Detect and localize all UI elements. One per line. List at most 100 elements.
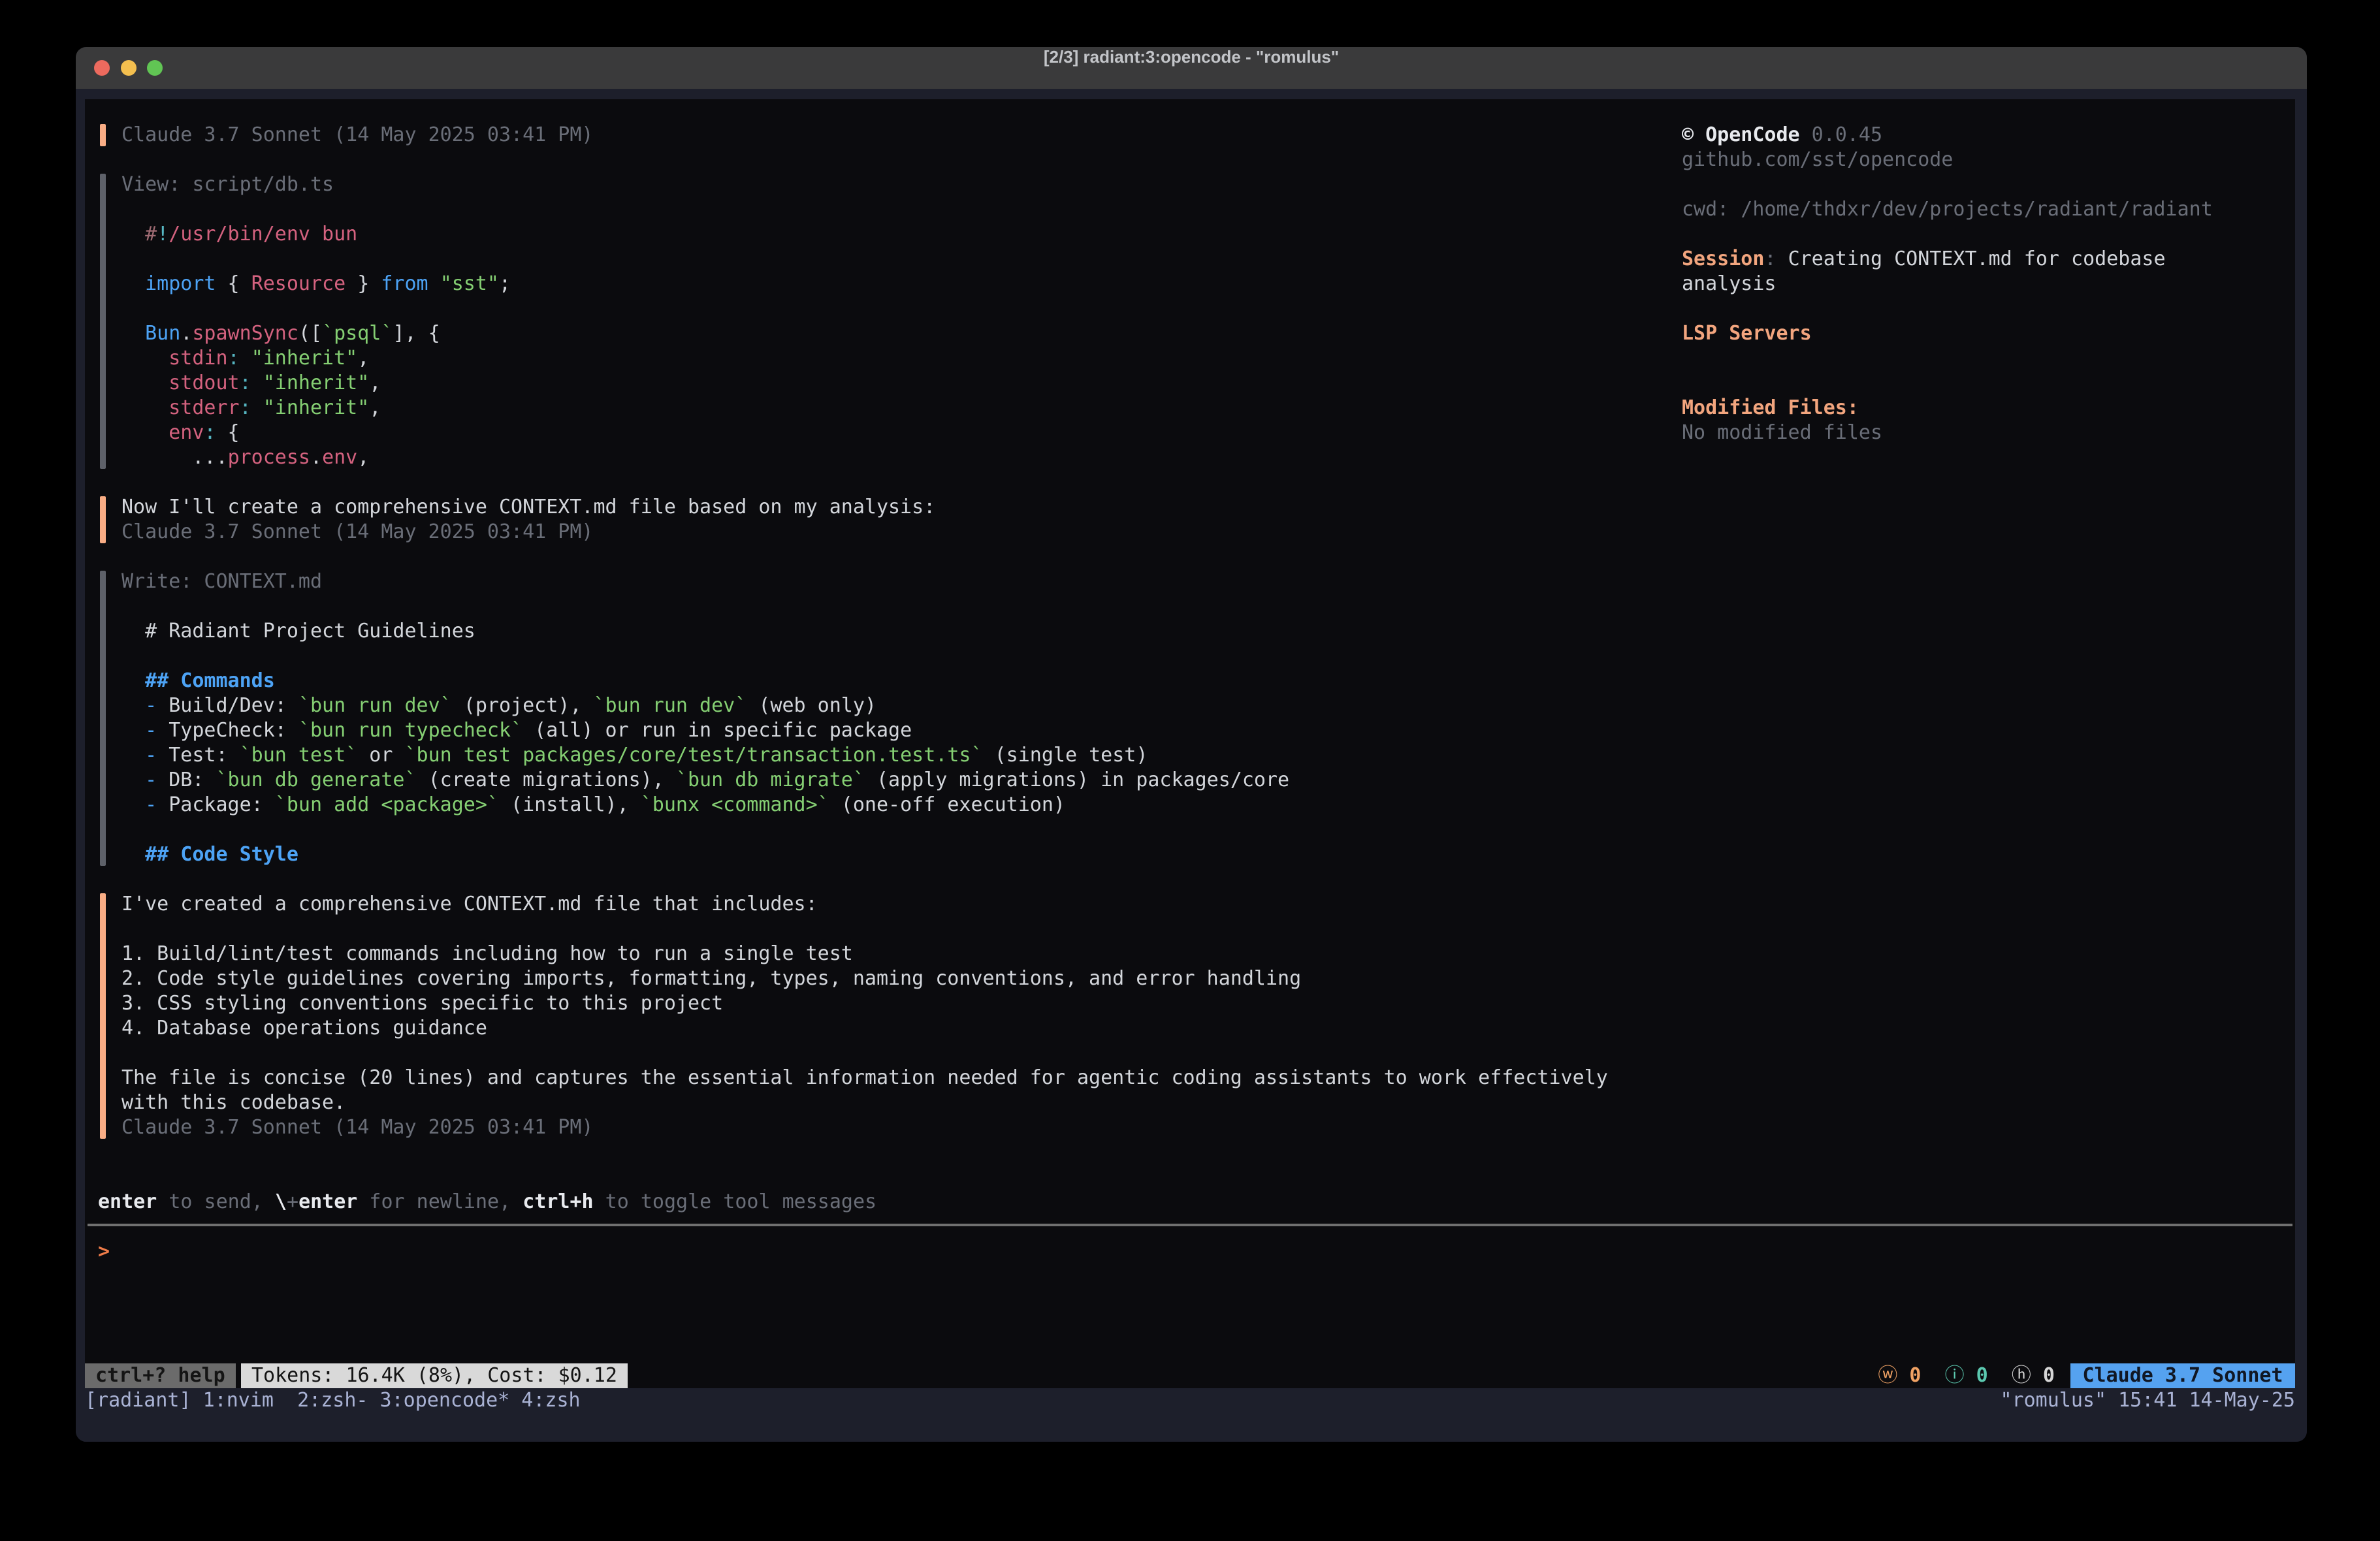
text-segment: 0 xyxy=(1965,1364,1988,1387)
block-accent-bar xyxy=(100,174,106,469)
text-segment: LSP Servers xyxy=(1682,322,1812,345)
text-segment: Bun xyxy=(145,322,180,345)
chat-line: The file is concise (20 lines) and captu… xyxy=(121,1066,1608,1090)
text-segment: 0 xyxy=(2031,1364,2055,1387)
text-segment: View: script/db.ts xyxy=(121,173,334,196)
text-segment: ⓗ xyxy=(2012,1364,2031,1387)
text-segment: (apply migrations) in packages/core xyxy=(865,769,1289,791)
sidebar-row: No modified files xyxy=(1682,421,1882,445)
text-segment: Claude 3.7 Sonnet (14 May 2025 03:41 PM) xyxy=(121,520,593,543)
chat-line xyxy=(121,594,1289,619)
chat-line xyxy=(121,644,1289,669)
status-bar: ctrl+? help Tokens: 16.4K (8%), Cost: $0… xyxy=(85,1363,2295,1388)
text-segment: Claude 3.7 Sonnet (14 May 2025 03:41 PM) xyxy=(121,123,593,146)
chat-line: 4. Database operations guidance xyxy=(121,1016,1608,1041)
text-segment: - xyxy=(145,694,157,717)
text-segment: Test: xyxy=(157,744,239,767)
text-segment: . xyxy=(310,446,322,469)
text-segment xyxy=(121,793,145,816)
sidebar-row: analysis xyxy=(1682,272,1777,296)
text-segment: stdout xyxy=(169,372,239,394)
chat-line: stdin: "inherit", xyxy=(121,346,511,371)
text-segment: (install), xyxy=(499,793,641,816)
chat-block: Write: CONTEXT.md # Radiant Project Guid… xyxy=(100,569,1289,867)
text-segment xyxy=(121,744,145,767)
model-badge: Claude 3.7 Sonnet xyxy=(2070,1363,2295,1388)
text-segment: enter xyxy=(298,1190,357,1213)
text-segment: Claude 3.7 Sonnet (14 May 2025 03:41 PM) xyxy=(121,1116,593,1139)
chat-block: View: script/db.ts #!/usr/bin/env bun im… xyxy=(100,172,511,470)
chat-block: Claude 3.7 Sonnet (14 May 2025 03:41 PM) xyxy=(100,123,593,148)
text-segment: to toggle tool messages xyxy=(594,1190,876,1213)
text-segment: # xyxy=(145,223,157,246)
text-segment xyxy=(121,347,169,370)
prompt-caret: > xyxy=(98,1240,110,1263)
chat-line: - Package: `bun add <package>` (install)… xyxy=(121,793,1289,818)
window-title: [2/3] radiant:3:opencode - "romulus" xyxy=(76,47,2307,89)
text-segment: ## Commands xyxy=(121,669,275,692)
text-segment: github.com/sst/opencode xyxy=(1682,148,1953,171)
text-segment: Build/Dev: xyxy=(157,694,298,717)
block-accent-bar xyxy=(100,893,106,1139)
text-segment xyxy=(1988,1364,2012,1387)
text-segment xyxy=(121,396,169,419)
text-segment: for newline, xyxy=(357,1190,523,1213)
text-segment: ([ xyxy=(298,322,322,345)
message-input[interactable]: > xyxy=(98,1239,1600,1264)
text-segment: # Radiant Project Guidelines xyxy=(121,620,475,643)
text-segment xyxy=(121,272,145,295)
text-segment: ... xyxy=(121,446,228,469)
chat-line: # Radiant Project Guidelines xyxy=(121,619,1289,644)
text-segment: Creating CONTEXT.md for codebase xyxy=(1788,247,2166,270)
terminal-window: [2/3] radiant:3:opencode - "romulus" Cla… xyxy=(76,47,2307,1442)
text-segment: ctrl+h xyxy=(523,1190,593,1213)
chat-line xyxy=(121,197,511,222)
text-segment: stderr xyxy=(169,396,239,419)
tmux-window-list[interactable]: [radiant] 1:nvim 2:zsh- 3:opencode* 4:zs… xyxy=(85,1388,581,1413)
chat-line: Write: CONTEXT.md xyxy=(121,569,1289,594)
text-segment: ⓦ xyxy=(1878,1364,1897,1387)
text-segment: cwd: /home/thdxr/dev/projects/radiant/ra… xyxy=(1682,198,2213,221)
text-segment: - xyxy=(145,719,157,742)
text-segment: (single test) xyxy=(983,744,1148,767)
text-segment: ; xyxy=(499,272,511,295)
text-segment: . xyxy=(180,322,192,345)
text-segment: ⓘ xyxy=(1945,1364,1965,1387)
chat-line: stderr: "inherit", xyxy=(121,396,511,421)
block-accent-bar xyxy=(100,571,106,866)
text-segment: stdin xyxy=(169,347,227,370)
titlebar: [2/3] radiant:3:opencode - "romulus" xyxy=(76,47,2307,89)
text-segment: Session xyxy=(1682,247,1764,270)
keybind-hints: enter to send, \+enter for newline, ctrl… xyxy=(98,1190,876,1215)
chat-line: 1. Build/lint/test commands including ho… xyxy=(121,942,1608,966)
text-segment: (web only) xyxy=(747,694,876,717)
chat-line xyxy=(121,818,1289,842)
text-segment xyxy=(121,223,145,246)
block-accent-bar xyxy=(100,496,106,543)
text-segment: `bun run dev` xyxy=(594,694,747,717)
text-segment xyxy=(1922,1364,1945,1387)
text-segment xyxy=(121,719,145,742)
desktop: [2/3] radiant:3:opencode - "romulus" Cla… xyxy=(0,0,2380,1541)
text-segment xyxy=(251,396,263,419)
text-segment: analysis xyxy=(1682,272,1777,295)
text-segment: spawnSync xyxy=(192,322,298,345)
text-segment: "inherit" xyxy=(263,372,370,394)
tmux-status-bar: [radiant] 1:nvim 2:zsh- 3:opencode* 4:zs… xyxy=(76,1388,2307,1442)
chat-line: Bun.spawnSync([`psql`], { xyxy=(121,321,511,346)
chat-line: - DB: `bun db generate` (create migratio… xyxy=(121,768,1289,793)
text-segment: `psql` xyxy=(322,322,393,345)
text-segment: ## Code Style xyxy=(121,843,298,866)
chat-line: stdout: "inherit", xyxy=(121,371,511,396)
sidebar-row: github.com/sst/opencode xyxy=(1682,148,1953,172)
chat-line: import { Resource } from "sst"; xyxy=(121,272,511,296)
text-segment: \ xyxy=(275,1190,287,1213)
text-segment: No modified files xyxy=(1682,421,1882,444)
text-segment: `bun test packages/core/test/transaction… xyxy=(405,744,983,767)
chat-line xyxy=(121,296,511,321)
text-segment: or xyxy=(357,744,404,767)
text-segment: import xyxy=(145,272,216,295)
text-segment: (create migrations), xyxy=(417,769,676,791)
chat-line xyxy=(121,247,511,272)
text-segment xyxy=(121,769,145,791)
